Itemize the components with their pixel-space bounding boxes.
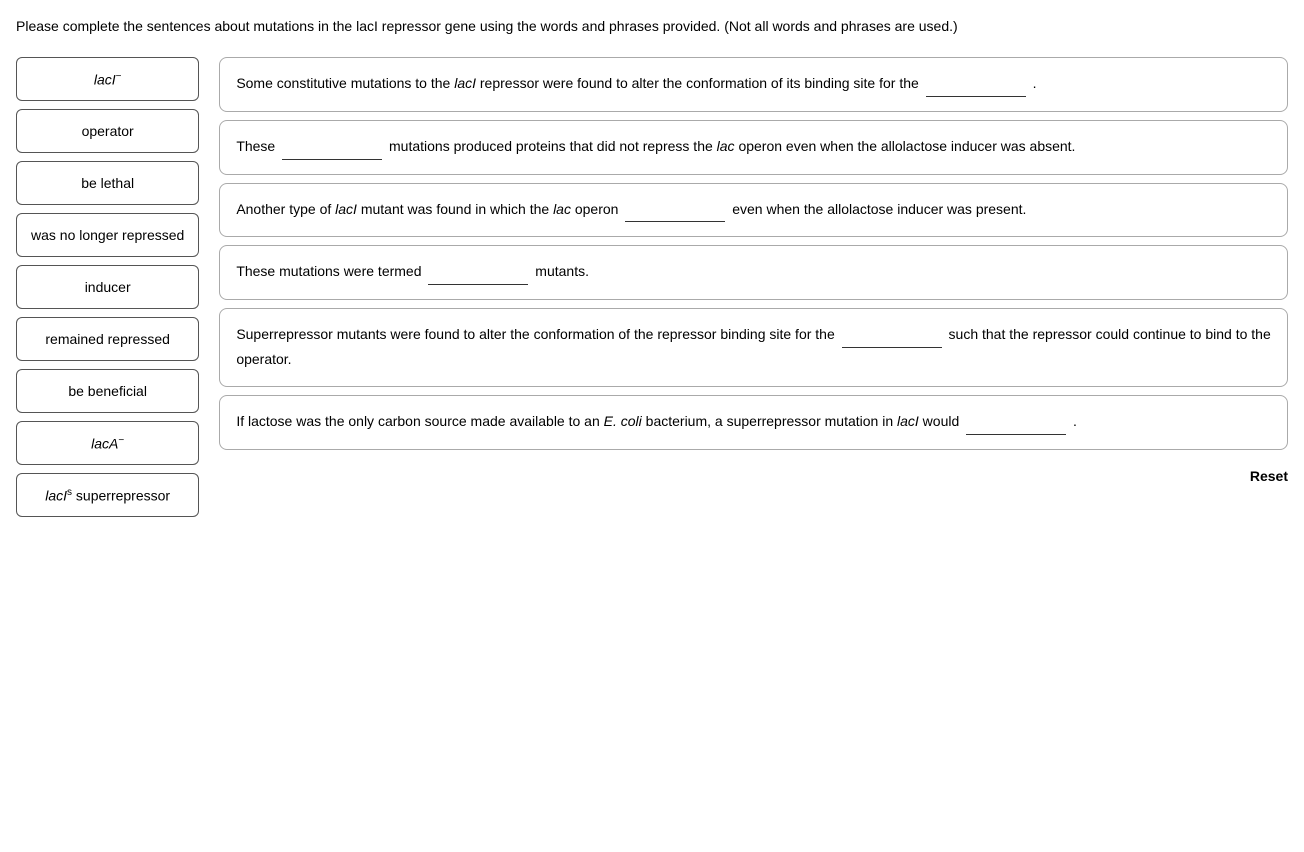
main-layout: lacI− operator be lethal was no longer r…	[16, 57, 1288, 517]
word-item-lacis-superrepressor[interactable]: lacIs superrepressor	[16, 473, 199, 517]
word-item-operator[interactable]: operator	[16, 109, 199, 153]
sentence-box-5: Superrepressor mutants were found to alt…	[219, 308, 1288, 387]
blank-3[interactable]	[625, 198, 725, 223]
word-label: be beneficial	[68, 383, 147, 399]
sentence-box-1: Some constitutive mutations to the lacI …	[219, 57, 1288, 112]
sentence-box-6: If lactose was the only carbon source ma…	[219, 395, 1288, 450]
word-label: operator	[82, 123, 134, 139]
word-label: be lethal	[81, 175, 134, 191]
word-item-inducer[interactable]: inducer	[16, 265, 199, 309]
reset-button[interactable]: Reset	[1250, 468, 1288, 484]
word-item-be-lethal[interactable]: be lethal	[16, 161, 199, 205]
word-item-be-beneficial[interactable]: be beneficial	[16, 369, 199, 413]
word-item-laca-minus[interactable]: lacA−	[16, 421, 199, 465]
word-label: inducer	[85, 279, 131, 295]
word-label: remained repressed	[45, 331, 170, 347]
sentence-box-4: These mutations were termed mutants.	[219, 245, 1288, 300]
sentence-box-2: These mutations produced proteins that d…	[219, 120, 1288, 175]
blank-1[interactable]	[926, 72, 1026, 97]
sentences-panel: Some constitutive mutations to the lacI …	[219, 57, 1288, 484]
blank-5[interactable]	[842, 323, 942, 348]
word-item-remained-repressed[interactable]: remained repressed	[16, 317, 199, 361]
blank-6[interactable]	[966, 410, 1066, 435]
word-bank: lacI− operator be lethal was no longer r…	[16, 57, 199, 517]
blank-2[interactable]	[282, 135, 382, 160]
instructions-text: Please complete the sentences about muta…	[16, 16, 1116, 37]
word-item-was-no-longer-repressed[interactable]: was no longer repressed	[16, 213, 199, 257]
reset-area: Reset	[219, 468, 1288, 484]
word-item-laci-minus[interactable]: lacI−	[16, 57, 199, 101]
word-label: was no longer repressed	[31, 227, 184, 243]
sentence-box-3: Another type of lacI mutant was found in…	[219, 183, 1288, 238]
blank-4[interactable]	[428, 260, 528, 285]
